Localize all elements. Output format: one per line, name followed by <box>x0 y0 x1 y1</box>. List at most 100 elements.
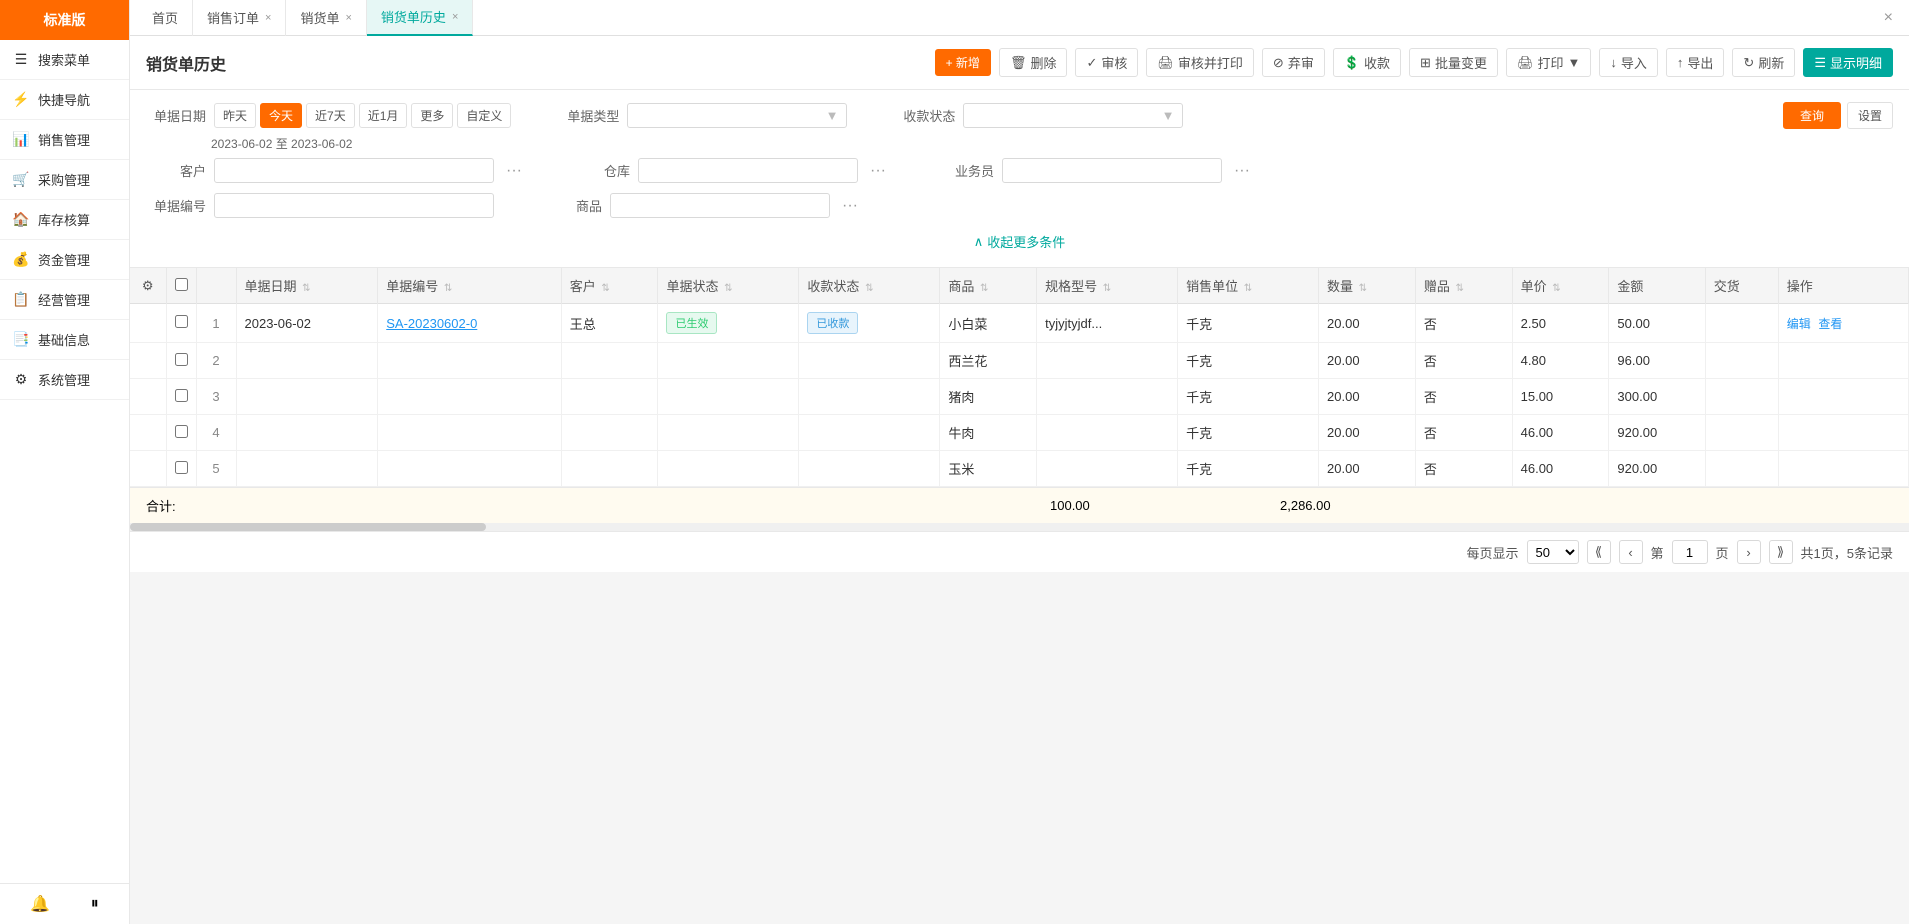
salesperson-input[interactable] <box>1002 158 1222 183</box>
row-checkbox[interactable] <box>175 425 188 438</box>
per-page-select[interactable]: 20 50 100 <box>1527 540 1579 564</box>
date-7days-btn[interactable]: 近7天 <box>306 103 355 128</box>
col-transaction: 交货 <box>1705 268 1778 304</box>
sidebar-item-operations[interactable]: 📋 经营管理 <box>0 280 129 320</box>
customer-more-icon[interactable]: ··· <box>506 162 522 180</box>
row-checkbox-cell[interactable] <box>166 415 196 451</box>
date-1month-btn[interactable]: 近1月 <box>359 103 408 128</box>
col-unit[interactable]: 销售单位 ⇅ <box>1178 268 1319 304</box>
sidebar-item-sys-mgmt[interactable]: ⚙ 系统管理 <box>0 360 129 400</box>
row-edit-link[interactable]: 编辑 <box>1787 317 1811 331</box>
payment-status-label: 收款状态 <box>895 106 955 125</box>
row-checkbox[interactable] <box>175 315 188 328</box>
scrollbar-thumb[interactable] <box>130 523 486 531</box>
tab-sales-order-close[interactable]: × <box>265 12 271 24</box>
audit-print-button[interactable]: 🖨 审核并打印 <box>1146 48 1254 77</box>
sidebar-item-inventory[interactable]: 🏠 库存核算 <box>0 200 129 240</box>
query-button[interactable]: 查询 <box>1783 102 1841 129</box>
sidebar-item-label: 基础信息 <box>38 330 90 349</box>
warehouse-input[interactable] <box>638 158 858 183</box>
collect-button[interactable]: 💲 收款 <box>1333 48 1401 77</box>
col-docstatus-label: 单据状态 <box>666 279 718 294</box>
tab-sales-delivery[interactable]: 销货单 × <box>286 0 366 36</box>
row-gift-cell: 否 <box>1415 379 1512 415</box>
customer-input[interactable] <box>214 158 494 183</box>
last-page-button[interactable]: ⟫ <box>1769 540 1793 564</box>
refresh-button[interactable]: ↻ 刷新 <box>1732 48 1795 77</box>
col-qty[interactable]: 数量 ⇅ <box>1319 268 1416 304</box>
date-more-btn[interactable]: 更多 <box>411 103 453 128</box>
pause-icon[interactable]: ⏸ <box>91 895 99 913</box>
col-unitprice[interactable]: 单价 ⇅ <box>1512 268 1609 304</box>
col-gift-label: 赠品 <box>1424 279 1450 294</box>
row-view-link[interactable]: 查看 <box>1818 317 1842 331</box>
page-number-input[interactable] <box>1672 540 1708 564</box>
col-spectype[interactable]: 规格型号 ⇅ <box>1037 268 1178 304</box>
delete-button[interactable]: 🗑 删除 <box>999 48 1068 77</box>
export-button[interactable]: ↑ 导出 <box>1666 48 1725 77</box>
row-action-cell: 编辑 查看 <box>1778 304 1908 343</box>
select-all-checkbox[interactable] <box>175 278 188 291</box>
new-button[interactable]: + 新增 <box>935 49 991 76</box>
import-button[interactable]: ↓ 导入 <box>1599 48 1658 77</box>
sidebar-item-quick-nav[interactable]: ⚡ 快捷导航 <box>0 80 129 120</box>
doc-type-select[interactable]: ▼ <box>627 103 847 128</box>
horizontal-scrollbar[interactable] <box>130 523 1909 531</box>
audit-button[interactable]: ✓ 审核 <box>1075 48 1138 77</box>
tab-sales-delivery-close[interactable]: × <box>345 12 351 24</box>
prev-page-button[interactable]: ‹ <box>1619 540 1643 564</box>
col-docno[interactable]: 单据编号 ⇅ <box>378 268 561 304</box>
sidebar-item-purchase-mgmt[interactable]: 🛒 采购管理 <box>0 160 129 200</box>
notification-icon[interactable]: 🔔 <box>30 894 50 914</box>
goods-input[interactable] <box>610 193 830 218</box>
row-checkbox-cell[interactable] <box>166 304 196 343</box>
col-checkbox[interactable] <box>166 268 196 304</box>
row-checkbox[interactable] <box>175 353 188 366</box>
table-row: 3 猪肉 千克 20.00 否 15.00 300.00 <box>130 379 1909 415</box>
collapse-button[interactable]: ∧ 收起更多条件 <box>974 228 1066 255</box>
tab-home[interactable]: 首页 <box>138 0 193 36</box>
date-custom-btn[interactable]: 自定义 <box>457 103 511 128</box>
warehouse-more-icon[interactable]: ··· <box>870 162 886 180</box>
batch-change-button[interactable]: ⊞ 批量变更 <box>1409 48 1498 77</box>
row-checkbox[interactable] <box>175 461 188 474</box>
basic-info-icon: 📑 <box>12 331 30 348</box>
col-date[interactable]: 单据日期 ⇅ <box>236 268 378 304</box>
row-docno-link[interactable]: SA-20230602-0 <box>386 316 477 331</box>
date-yesterday-btn[interactable]: 昨天 <box>214 103 256 128</box>
tab-bar-close-all[interactable]: × <box>1876 9 1901 27</box>
tab-sales-history-close[interactable]: × <box>452 11 458 23</box>
sidebar-item-basic-info[interactable]: 📑 基础信息 <box>0 320 129 360</box>
tab-sales-order[interactable]: 销售订单 × <box>193 0 286 36</box>
page-title: 销货单历史 <box>146 51 226 75</box>
col-settings[interactable]: ⚙ <box>130 268 166 304</box>
docno-input[interactable] <box>214 193 494 218</box>
payment-status-select[interactable]: ▼ <box>963 103 1183 128</box>
col-amount: 金额 <box>1609 268 1705 304</box>
first-page-button[interactable]: ⟪ <box>1587 540 1611 564</box>
settings-button[interactable]: 设置 <box>1847 102 1893 129</box>
row-checkbox[interactable] <box>175 389 188 402</box>
date-today-btn[interactable]: 今天 <box>260 103 302 128</box>
abandon-button[interactable]: ⊘ 弃审 <box>1262 48 1325 77</box>
sidebar-item-search-menu[interactable]: ☰ 搜索菜单 <box>0 40 129 80</box>
salesperson-more-icon[interactable]: ··· <box>1234 162 1250 180</box>
row-checkbox-cell[interactable] <box>166 379 196 415</box>
show-detail-button[interactable]: ☰ 显示明细 <box>1803 48 1893 77</box>
row-unit-cell: 千克 <box>1178 379 1319 415</box>
import-icon: ↓ <box>1610 55 1617 70</box>
goods-more-icon[interactable]: ··· <box>842 197 858 215</box>
sidebar-item-finance[interactable]: 💰 资金管理 <box>0 240 129 280</box>
col-customer[interactable]: 客户 ⇅ <box>561 268 658 304</box>
col-goods[interactable]: 商品 ⇅ <box>940 268 1037 304</box>
col-gift[interactable]: 赠品 ⇅ <box>1415 268 1512 304</box>
row-checkbox-cell[interactable] <box>166 451 196 487</box>
tab-sales-history[interactable]: 销货单历史 × <box>367 0 473 36</box>
col-paymentstatus[interactable]: 收款状态 ⇅ <box>799 268 940 304</box>
print-button[interactable]: 🖨 打印 ▼ <box>1506 48 1591 77</box>
col-docstatus[interactable]: 单据状态 ⇅ <box>658 268 799 304</box>
sidebar-item-sales-mgmt[interactable]: 📊 销售管理 <box>0 120 129 160</box>
next-page-button[interactable]: › <box>1737 540 1761 564</box>
row-checkbox-cell[interactable] <box>166 343 196 379</box>
sidebar-item-label: 资金管理 <box>38 250 90 269</box>
